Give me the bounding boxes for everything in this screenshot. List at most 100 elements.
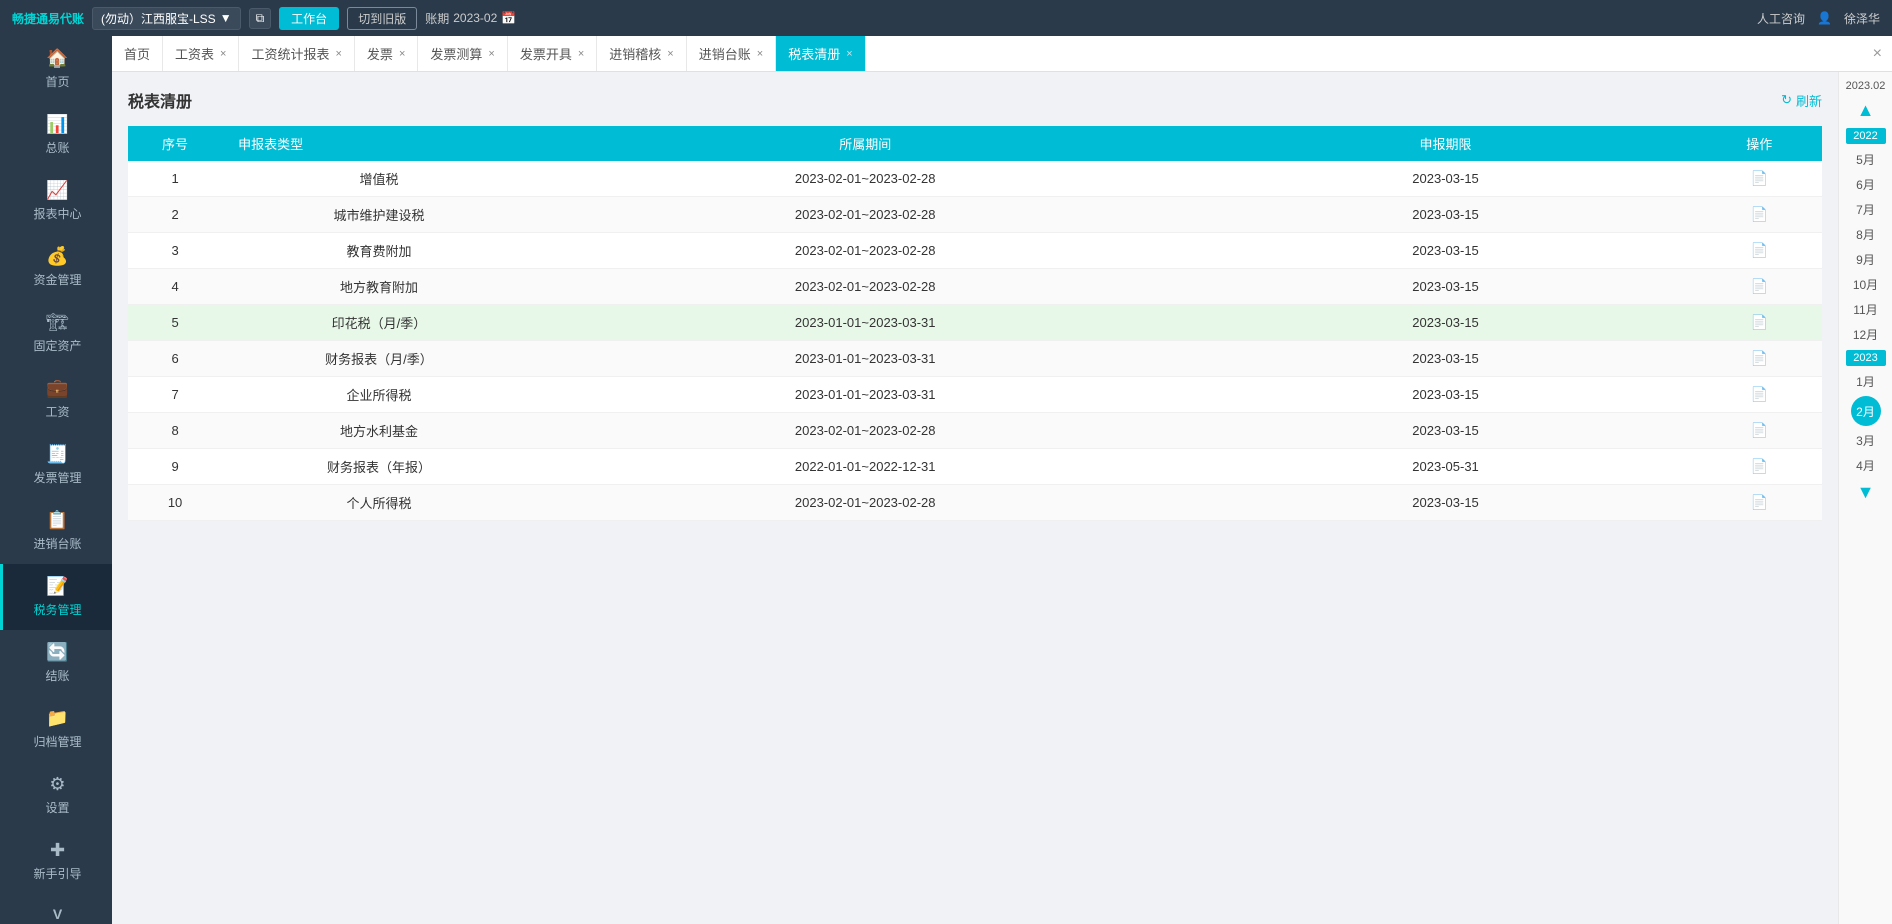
tab-salary-table-close[interactable]: ×: [220, 48, 226, 60]
cell-period: 2023-02-01~2023-02-28: [536, 485, 1195, 521]
cell-type: 地方水利基金: [222, 413, 536, 449]
timeline-month-2022-5[interactable]: 5月: [1846, 147, 1886, 172]
action-icon[interactable]: 📄: [1751, 422, 1768, 438]
sidebar-item-asset[interactable]: 🏗 固定资产: [0, 300, 112, 366]
timeline-month-2022-6[interactable]: 6月: [1846, 172, 1886, 197]
tab-invoice-calc-close[interactable]: ×: [488, 48, 494, 60]
settings-icon: ⚙: [49, 774, 65, 795]
timeline-month-2022-10[interactable]: 10月: [1846, 272, 1886, 297]
sidebar-label-fund: 资金管理: [33, 271, 81, 288]
tab-invoice-open-close[interactable]: ×: [578, 48, 584, 60]
company-name: (勿动）江西服宝-LSS: [101, 10, 216, 27]
action-icon[interactable]: 📄: [1751, 458, 1768, 474]
timeline-month-2023-2[interactable]: 2月: [1851, 396, 1881, 426]
sidebar-item-salary[interactable]: 💼 工资: [0, 366, 112, 432]
tab-purchase-ledger-close[interactable]: ×: [757, 48, 763, 60]
cell-action[interactable]: 📄: [1697, 269, 1823, 305]
calendar-icon[interactable]: 📅: [501, 11, 516, 25]
tab-salary-stat-close[interactable]: ×: [335, 48, 341, 60]
sidebar-label-archive: 归档管理: [33, 733, 81, 750]
cell-action[interactable]: 📄: [1697, 485, 1823, 521]
action-icon[interactable]: 📄: [1751, 350, 1768, 366]
refresh-button[interactable]: ↻ 刷新: [1781, 91, 1822, 110]
tab-purchase-audit[interactable]: 进销稽核 ×: [597, 36, 686, 72]
cell-period: 2023-02-01~2023-02-28: [536, 161, 1195, 197]
sidebar-item-fund[interactable]: 💰 资金管理: [0, 234, 112, 300]
cell-action[interactable]: 📄: [1697, 377, 1823, 413]
home-icon: 🏠: [46, 48, 68, 69]
timeline-next[interactable]: ▼: [1853, 478, 1879, 507]
ai-consult-button[interactable]: 人工咨询: [1757, 10, 1805, 27]
cell-action[interactable]: 📄: [1697, 161, 1823, 197]
col-header-period: 所属期间: [536, 126, 1195, 161]
sidebar-item-guide[interactable]: ✚ 新手引导: [0, 828, 112, 894]
action-icon[interactable]: 📄: [1751, 242, 1768, 258]
switch-old-button[interactable]: 切到旧版: [347, 7, 417, 30]
tab-home[interactable]: 首页: [112, 36, 163, 72]
workstation-button[interactable]: 工作台: [279, 7, 339, 30]
tax-icon: 📝: [46, 576, 68, 597]
col-header-declare: 申报期限: [1195, 126, 1697, 161]
cell-action[interactable]: 📄: [1697, 449, 1823, 485]
timeline-month-2022-9[interactable]: 9月: [1846, 247, 1886, 272]
sidebar-item-tax[interactable]: 📝 税务管理: [0, 564, 112, 630]
page-title: 税表清册: [128, 88, 192, 112]
tab-tax-list-close[interactable]: ×: [846, 48, 852, 60]
sidebar-item-ledger[interactable]: 📊 总账: [0, 102, 112, 168]
timeline-month-2023-3[interactable]: 3月: [1846, 428, 1886, 453]
timeline-month-2023-1[interactable]: 1月: [1846, 369, 1886, 394]
sidebar-item-settings[interactable]: ⚙ 设置: [0, 762, 112, 828]
tab-invoice-close[interactable]: ×: [399, 48, 405, 60]
copy-button[interactable]: ⧉: [249, 8, 272, 29]
tab-salary-stat-label: 工资统计报表: [251, 44, 329, 63]
cell-action[interactable]: 📄: [1697, 413, 1823, 449]
timeline-month-2022-7[interactable]: 7月: [1846, 197, 1886, 222]
cell-action[interactable]: 📄: [1697, 341, 1823, 377]
sidebar-label-home: 首页: [45, 73, 69, 90]
tab-invoice[interactable]: 发票 ×: [355, 36, 418, 72]
cell-action[interactable]: 📄: [1697, 305, 1823, 341]
cell-period: 2023-02-01~2023-02-28: [536, 413, 1195, 449]
cell-seq: 7: [128, 377, 222, 413]
action-icon[interactable]: 📄: [1751, 170, 1768, 186]
sidebar-label-asset: 固定资产: [33, 337, 81, 354]
sidebar-item-home[interactable]: 🏠 首页: [0, 36, 112, 102]
action-icon[interactable]: 📄: [1751, 206, 1768, 222]
timeline-month-2022-11[interactable]: 11月: [1846, 297, 1886, 322]
action-icon[interactable]: 📄: [1751, 494, 1768, 510]
tab-purchase-audit-close[interactable]: ×: [667, 48, 673, 60]
salary-icon: 💼: [46, 378, 68, 399]
sidebar-item-invoice[interactable]: 🧾 发票管理: [0, 432, 112, 498]
tab-purchase-ledger[interactable]: 进销台账 ×: [687, 36, 776, 72]
sidebar-item-purchase[interactable]: 📋 进销台账: [0, 498, 112, 564]
timeline-month-2022-8[interactable]: 8月: [1846, 222, 1886, 247]
table-row: 6 财务报表（月/季） 2023-01-01~2023-03-31 2023-0…: [128, 341, 1822, 377]
archive-icon: 📁: [46, 708, 68, 729]
sidebar-item-report[interactable]: 📈 报表中心: [0, 168, 112, 234]
tab-salary-stat[interactable]: 工资统计报表 ×: [239, 36, 354, 72]
tab-tax-list[interactable]: 税表清册 ×: [776, 36, 865, 72]
cell-action[interactable]: 📄: [1697, 233, 1823, 269]
cell-action[interactable]: 📄: [1697, 197, 1823, 233]
sidebar-item-archive[interactable]: 📁 归档管理: [0, 696, 112, 762]
tab-invoice-calc[interactable]: 发票测算 ×: [418, 36, 507, 72]
tab-salary-table[interactable]: 工资表 ×: [163, 36, 239, 72]
page-content: 税表清册 ↻ 刷新 序号 申报表类型 所属期间 申报期限 操作: [112, 72, 1838, 924]
timeline-month-2022-12[interactable]: 12月: [1846, 322, 1886, 347]
sidebar-item-vip[interactable]: V 畅会员: [0, 894, 112, 924]
action-icon[interactable]: 📄: [1751, 278, 1768, 294]
cell-seq: 9: [128, 449, 222, 485]
tab-invoice-calc-label: 发票测算: [430, 44, 482, 63]
table-row: 1 增值税 2023-02-01~2023-02-28 2023-03-15 📄: [128, 161, 1822, 197]
company-selector[interactable]: (勿动）江西服宝-LSS ▼: [92, 7, 241, 30]
close-all-tabs[interactable]: ×: [1863, 36, 1892, 72]
sidebar-item-settle[interactable]: 🔄 结账: [0, 630, 112, 696]
timeline-prev[interactable]: ▲: [1853, 96, 1879, 125]
tab-invoice-open[interactable]: 发票开具 ×: [508, 36, 597, 72]
timeline-month-2023-4[interactable]: 4月: [1846, 453, 1886, 478]
sidebar-label-purchase: 进销台账: [33, 535, 81, 552]
tab-invoice-open-label: 发票开具: [520, 44, 572, 63]
action-icon[interactable]: 📄: [1751, 386, 1768, 402]
cell-declare: 2023-05-31: [1195, 449, 1697, 485]
action-icon[interactable]: 📄: [1751, 314, 1768, 330]
